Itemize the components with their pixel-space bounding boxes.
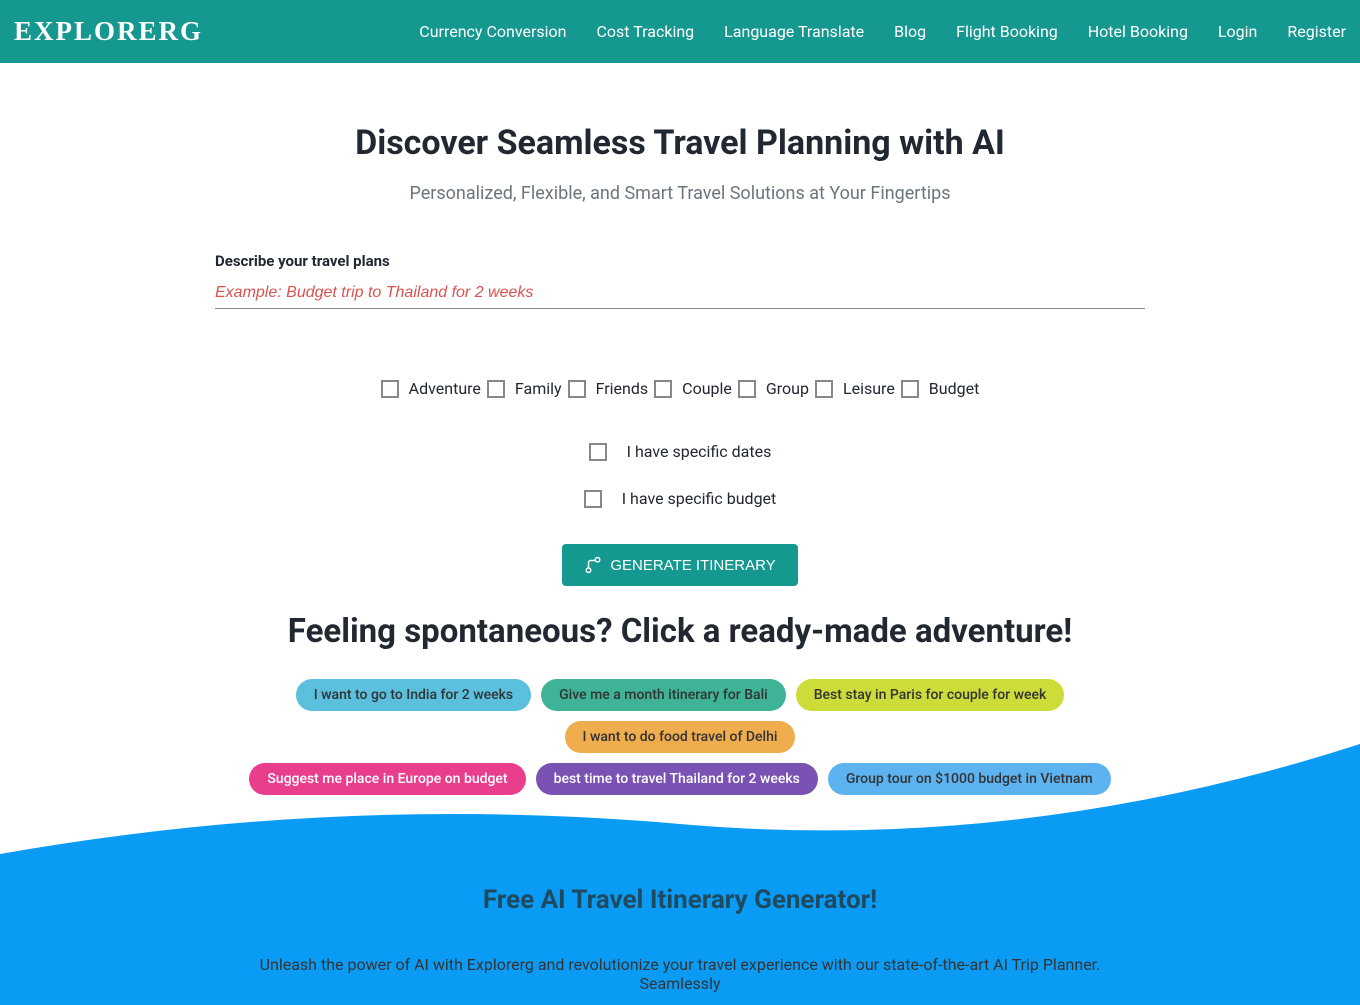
specific-dates-row: I have specific dates xyxy=(0,442,1360,461)
generate-button-label: GENERATE ITINERARY xyxy=(610,557,775,574)
specific-budget-label: I have specific budget xyxy=(622,489,777,508)
tag-label-friends: Friends xyxy=(596,379,649,398)
spontaneous-title: Feeling spontaneous? Click a ready-made … xyxy=(0,612,1360,651)
tag-budget: Budget xyxy=(901,379,980,398)
bottom-text: Unleash the power of AI with Explorerg a… xyxy=(220,955,1140,993)
nav-register[interactable]: Register xyxy=(1287,22,1346,41)
tag-family: Family xyxy=(487,379,562,398)
nav-blog[interactable]: Blog xyxy=(894,22,926,41)
chip-india[interactable]: I want to go to India for 2 weeks xyxy=(296,679,531,711)
tag-adventure: Adventure xyxy=(381,379,481,398)
nav-currency-conversion[interactable]: Currency Conversion xyxy=(419,22,566,41)
travel-plans-input[interactable] xyxy=(215,278,1145,309)
main-nav: Currency Conversion Cost Tracking Langua… xyxy=(419,22,1346,41)
nav-language-translate[interactable]: Language Translate xyxy=(724,22,864,41)
tag-label-couple: Couple xyxy=(682,379,732,398)
nav-flight-booking[interactable]: Flight Booking xyxy=(956,22,1058,41)
main-content: Discover Seamless Travel Planning with A… xyxy=(0,63,1360,795)
tag-label-group: Group xyxy=(766,379,809,398)
checkbox-leisure[interactable] xyxy=(815,380,833,398)
generate-itinerary-button[interactable]: GENERATE ITINERARY xyxy=(562,544,797,586)
nav-hotel-booking[interactable]: Hotel Booking xyxy=(1088,22,1188,41)
specific-dates-label: I have specific dates xyxy=(627,442,772,461)
chip-delhi[interactable]: I want to do food travel of Delhi xyxy=(565,721,796,753)
route-icon xyxy=(584,556,602,574)
hero-title: Discover Seamless Travel Planning with A… xyxy=(0,123,1360,163)
tag-label-leisure: Leisure xyxy=(843,379,895,398)
chip-europe[interactable]: Suggest me place in Europe on budget xyxy=(249,763,525,795)
spontaneous-section: Feeling spontaneous? Click a ready-made … xyxy=(0,612,1360,795)
tag-group: Group xyxy=(738,379,809,398)
checkbox-group[interactable] xyxy=(738,380,756,398)
form-section: Describe your travel plans xyxy=(215,252,1145,309)
bottom-title: Free AI Travel Itinerary Generator! xyxy=(0,885,1360,915)
chips-row-1: I want to go to India for 2 weeks Give m… xyxy=(180,679,1180,753)
chip-paris[interactable]: Best stay in Paris for couple for week xyxy=(796,679,1065,711)
tag-friends: Friends xyxy=(568,379,649,398)
tags-row: Adventure Family Friends Couple Group Le… xyxy=(0,379,1360,398)
header: EXPLORERG Currency Conversion Cost Track… xyxy=(0,0,1360,63)
chip-thailand[interactable]: best time to travel Thailand for 2 weeks xyxy=(536,763,818,795)
tag-couple: Couple xyxy=(654,379,732,398)
nav-cost-tracking[interactable]: Cost Tracking xyxy=(597,22,695,41)
tag-label-family: Family xyxy=(515,379,562,398)
checkbox-specific-dates[interactable] xyxy=(589,443,607,461)
chips-row-2: Suggest me place in Europe on budget bes… xyxy=(180,763,1180,795)
tag-leisure: Leisure xyxy=(815,379,895,398)
chip-vietnam[interactable]: Group tour on $1000 budget in Vietnam xyxy=(828,763,1111,795)
form-label: Describe your travel plans xyxy=(215,252,1145,270)
checkbox-friends[interactable] xyxy=(568,380,586,398)
hero-subtitle: Personalized, Flexible, and Smart Travel… xyxy=(0,183,1360,204)
tag-label-budget: Budget xyxy=(929,379,980,398)
specific-budget-row: I have specific budget xyxy=(0,489,1360,508)
checkbox-couple[interactable] xyxy=(654,380,672,398)
checkbox-specific-budget[interactable] xyxy=(584,490,602,508)
logo[interactable]: EXPLORERG xyxy=(14,16,203,47)
checkbox-budget[interactable] xyxy=(901,380,919,398)
tag-label-adventure: Adventure xyxy=(409,379,481,398)
chip-bali[interactable]: Give me a month itinerary for Bali xyxy=(541,679,786,711)
nav-login[interactable]: Login xyxy=(1218,22,1257,41)
checkbox-adventure[interactable] xyxy=(381,380,399,398)
checkbox-family[interactable] xyxy=(487,380,505,398)
